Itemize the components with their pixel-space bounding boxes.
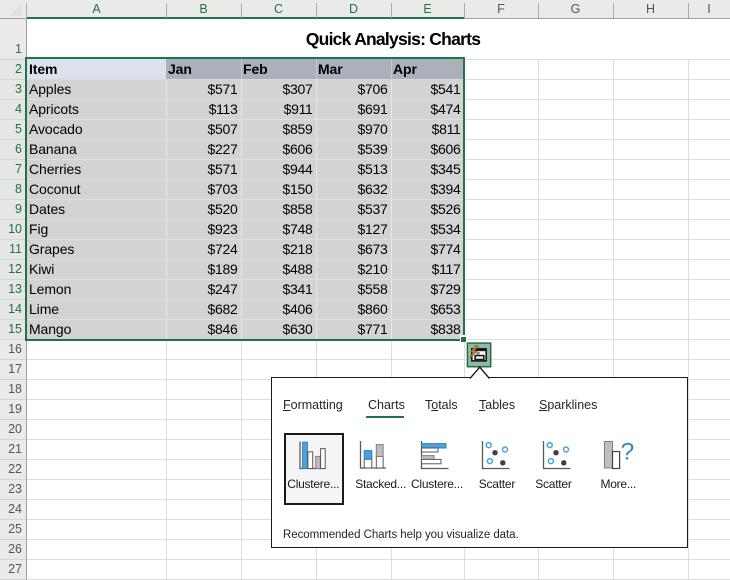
- svg-text:?: ?: [621, 439, 635, 466]
